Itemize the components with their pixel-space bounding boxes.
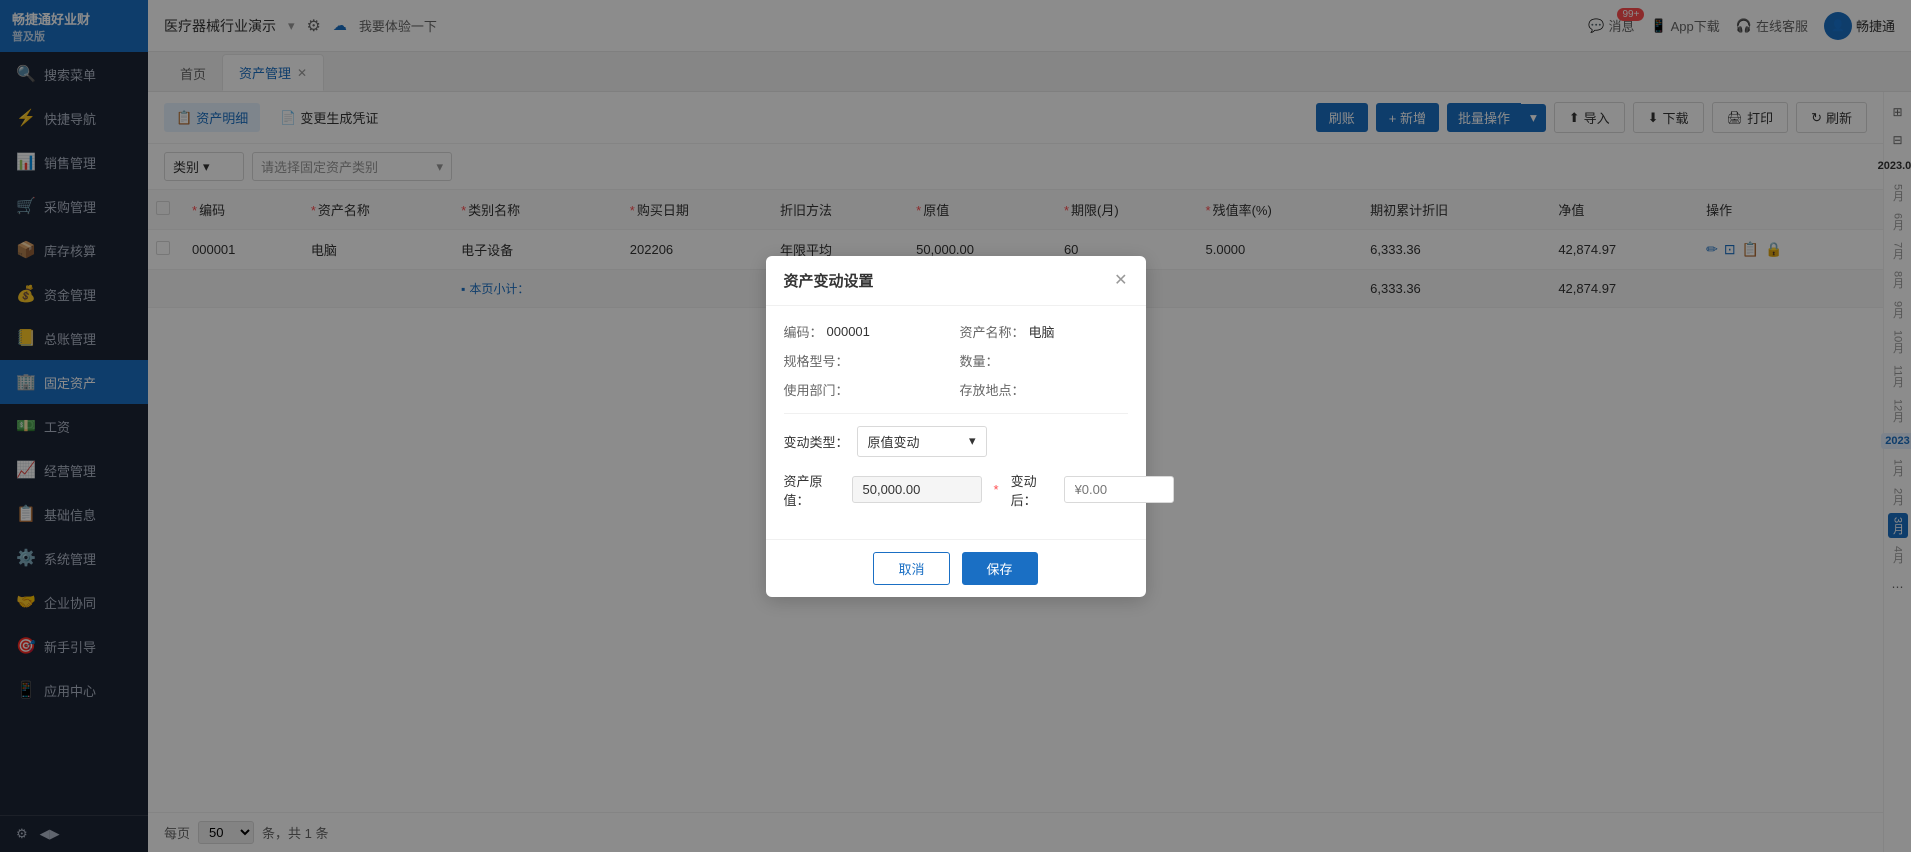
original-value-label: 资产原值： xyxy=(784,471,844,509)
modal-title: 资产变动设置 xyxy=(784,270,874,291)
modal-location-item: 存放地点： xyxy=(960,380,1128,399)
after-change-label: 变动后： xyxy=(1011,471,1056,509)
original-value-value: 50,000.00 xyxy=(863,482,921,497)
save-button[interactable]: 保存 xyxy=(962,552,1038,585)
modal-footer: 取消 保存 xyxy=(766,539,1146,597)
asset-change-modal: 资产变动设置 ✕ 编码： 000001 资产名称： 电脑 规格型号： 数量： xyxy=(766,256,1146,597)
cancel-button[interactable]: 取消 xyxy=(873,552,949,585)
modal-code-value: 000001 xyxy=(827,324,870,339)
modal-divider xyxy=(784,413,1128,414)
modal-header: 资产变动设置 ✕ xyxy=(766,256,1146,306)
modal-name-value: 电脑 xyxy=(1029,322,1055,341)
modal-info-grid: 编码： 000001 资产名称： 电脑 规格型号： 数量： 使用部门： xyxy=(784,322,1128,399)
modal-spec-item: 规格型号： xyxy=(784,351,952,370)
original-value-display: 50,000.00 xyxy=(852,476,982,503)
modal-overlay[interactable]: 资产变动设置 ✕ 编码： 000001 资产名称： 电脑 规格型号： 数量： xyxy=(0,0,1911,852)
modal-close-button[interactable]: ✕ xyxy=(1114,270,1127,290)
change-type-value: 原值变动 xyxy=(868,432,920,451)
modal-code-item: 编码： 000001 xyxy=(784,322,952,341)
after-change-input[interactable] xyxy=(1064,476,1174,503)
change-type-select[interactable]: 原值变动 ▾ xyxy=(857,426,987,457)
modal-body: 编码： 000001 资产名称： 电脑 规格型号： 数量： 使用部门： xyxy=(766,306,1146,539)
modal-name-item: 资产名称： 电脑 xyxy=(960,322,1128,341)
change-type-label: 变动类型： xyxy=(784,432,849,451)
modal-change-type-row: 变动类型： 原值变动 ▾ xyxy=(784,426,1128,457)
dropdown-icon: ▾ xyxy=(969,433,976,449)
required-mark: * xyxy=(994,482,999,497)
modal-quantity-item: 数量： xyxy=(960,351,1128,370)
modal-value-row: 资产原值： 50,000.00 * 变动后： xyxy=(784,471,1128,509)
modal-department-item: 使用部门： xyxy=(784,380,952,399)
